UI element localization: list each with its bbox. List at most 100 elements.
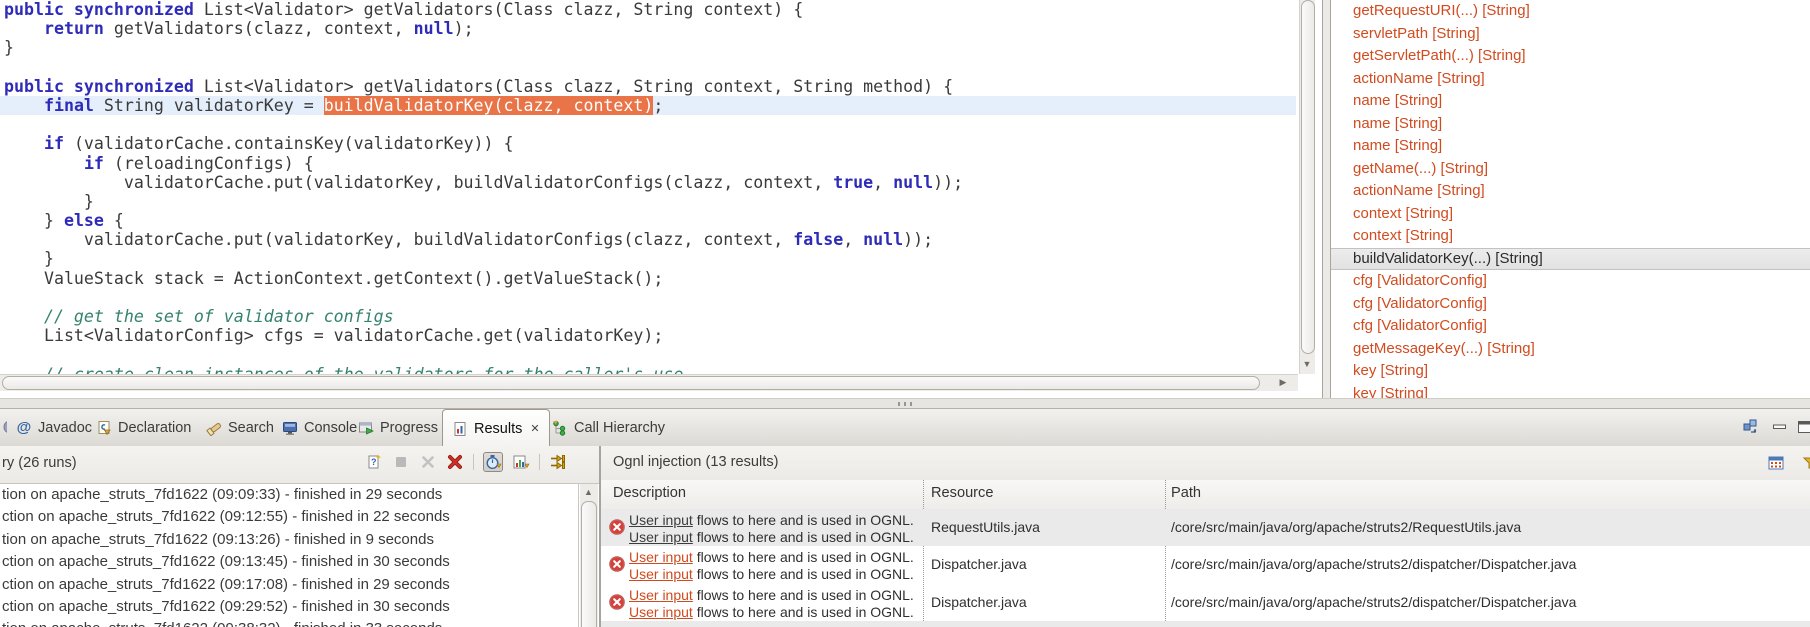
scroll-right-arrow-icon[interactable]: ▶ [1272,375,1294,389]
tab-label: Javadoc [38,419,93,436]
symbol-item[interactable]: actionName [String] [1331,68,1810,91]
run-history-row[interactable]: tion on apache_struts_7fd1622 (09:13:26)… [0,529,578,551]
result-row[interactable]: User input flows to here and is used in … [601,546,1810,583]
new-report-icon[interactable]: ? ✦ [365,453,383,471]
symbol-item[interactable]: cfg [ValidatorConfig] [1331,270,1810,293]
code-line[interactable]: } [0,249,1296,268]
code-line[interactable] [0,345,1296,364]
editor-vertical-scrollbar-thumb[interactable] [1301,0,1315,354]
column-header-resource[interactable]: Resource [931,485,993,501]
code-line[interactable]: public synchronized List<Validator> getV… [0,77,1296,96]
symbol-item[interactable]: getRequestURI(...) [String] [1331,0,1810,23]
run-history-row[interactable]: tion on apache_struts_7fd1622 (09:09:33)… [0,484,578,506]
symbol-item[interactable]: cfg [ValidatorConfig] [1331,293,1810,316]
result-row[interactable]: User input flows to here and is used in … [601,584,1810,621]
code-editor-content[interactable]: public synchronized List<Validator> getV… [0,0,1296,374]
code-line[interactable]: validatorCache.put(validatorKey, buildVa… [0,230,1296,249]
stopwatch-toggle-icon[interactable] [483,452,503,472]
history-scrollbar-thumb[interactable] [581,501,597,627]
result-row[interactable]: User input flows to here and is used in … [601,509,1810,547]
user-input-link[interactable]: User input [629,529,693,545]
remove-all-icon[interactable] [446,453,464,471]
column-header-path[interactable]: Path [1171,485,1201,501]
run-history-row[interactable]: tion on apache_struts_7fd1622 (09:38:32)… [0,618,578,627]
code-line[interactable]: validatorCache.put(validatorKey, buildVa… [0,173,1296,192]
run-history-row[interactable]: ction on apache_struts_7fd1622 (09:29:52… [0,596,578,618]
code-line[interactable]: } else { [0,211,1296,230]
editor-horizontal-scrollbar[interactable]: ▶ [0,374,1298,391]
symbol-item-selected[interactable]: buildValidatorKey(...) [String] [1331,247,1810,270]
symbol-item[interactable]: cfg [ValidatorConfig] [1331,315,1810,338]
run-history-panel: ry (26 runs) ? ✦ tion on apache_struts_7f… [0,446,600,627]
progress-icon [358,420,374,436]
tab-javadoc[interactable]: @ Javadoc [16,409,92,446]
code-line[interactable]: if (reloadingConfigs) { [0,154,1296,173]
scroll-up-arrow-icon[interactable]: ▲ [580,484,597,500]
tab-progress[interactable]: Progress [358,409,438,446]
result-path: /core/src/main/java/org/apache/struts2/d… [1171,593,1577,610]
run-history-title: ry (26 runs) [2,455,77,471]
symbol-item[interactable]: name [String] [1331,113,1810,136]
tab-console[interactable]: Console [282,409,357,446]
symbol-item[interactable]: getName(...) [String] [1331,158,1810,181]
symbol-item[interactable]: servletPath [String] [1331,23,1810,46]
symbol-item[interactable]: getMessageKey(...) [String] [1331,338,1810,361]
toolbar-separator [539,454,540,470]
code-line[interactable]: ValueStack stack = ActionContext.getCont… [0,269,1296,288]
user-input-link[interactable]: User input [629,604,693,620]
maximize-icon[interactable] [1796,418,1810,436]
tab-results[interactable]: Results ✕ [442,409,550,447]
run-history-row[interactable]: ction on apache_struts_7fd1622 (09:17:08… [0,574,578,596]
symbol-item[interactable]: context [String] [1331,203,1810,226]
symbol-item[interactable]: context [String] [1331,225,1810,248]
code-line[interactable]: if (validatorCache.containsKey(validator… [0,134,1296,153]
code-line[interactable] [0,58,1296,77]
partial-result-row[interactable] [601,621,1810,627]
code-line[interactable]: } [0,192,1296,211]
user-input-link[interactable]: User input [629,512,693,528]
run-history-header: ry (26 runs) ? ✦ [0,446,599,484]
symbol-item[interactable]: name [String] [1331,135,1810,158]
run-history-list[interactable]: tion on apache_struts_7fd1622 (09:09:33)… [0,484,579,627]
user-input-link[interactable]: User input [629,566,693,582]
splitter-grip[interactable] [898,402,916,406]
clipped-toolbar-icon[interactable] [1802,454,1810,470]
column-header-description[interactable]: Description [613,485,686,501]
toolbar-separator [473,454,474,470]
user-input-link[interactable]: User input [629,587,693,603]
code-line[interactable]: // create clean instances of the validat… [0,365,1296,374]
result-description: User input flows to here and is used in … [629,586,914,603]
link-arrows-icon[interactable] [549,453,567,471]
close-icon[interactable]: ✕ [530,422,539,435]
code-line[interactable] [0,288,1296,307]
chart-report-icon[interactable] [512,453,530,471]
table-view-icon[interactable] [1767,454,1785,472]
user-input-link[interactable]: User input [629,549,693,565]
symbol-item[interactable]: actionName [String] [1331,180,1810,203]
tab-call-hierarchy[interactable]: Call Hierarchy [552,409,665,446]
tab-label: Progress [380,419,439,436]
tab-search[interactable]: Search [206,409,274,446]
symbol-item[interactable]: key [String] [1331,360,1810,383]
symbol-item[interactable]: key [String] [1331,383,1810,399]
code-line[interactable] [0,115,1296,134]
symbol-item[interactable]: getServletPath(...) [String] [1331,45,1810,68]
restore-pane-icon[interactable] [1742,418,1760,436]
history-scrollbar[interactable]: ▲ [580,484,598,627]
code-line[interactable]: final String validatorKey = buildValidat… [0,95,1296,116]
editor-horizontal-scrollbar-thumb[interactable] [2,376,1260,390]
code-editor[interactable]: public synchronized List<Validator> getV… [0,0,1323,398]
result-description: User input flows to here and is used in … [629,566,914,583]
code-line[interactable]: public synchronized List<Validator> getV… [0,0,1296,19]
scroll-down-arrow-icon[interactable]: ▼ [1300,356,1314,372]
tab-declaration[interactable]: Declaration [96,409,191,446]
run-history-row[interactable]: ction on apache_struts_7fd1622 (09:12:55… [0,506,578,528]
minimize-icon[interactable] [1771,418,1789,436]
symbol-item[interactable]: name [String] [1331,90,1810,113]
run-history-row[interactable]: ction on apache_struts_7fd1622 (09:13:45… [0,551,578,573]
code-line[interactable]: List<ValidatorConfig> cfgs = validatorCa… [0,326,1296,345]
editor-vertical-scrollbar[interactable]: ▼ [1299,0,1315,374]
code-line[interactable]: return getValidators(clazz, context, nul… [0,19,1296,38]
code-line[interactable]: } [0,38,1296,57]
code-line[interactable]: // get the set of validator configs [0,307,1296,326]
